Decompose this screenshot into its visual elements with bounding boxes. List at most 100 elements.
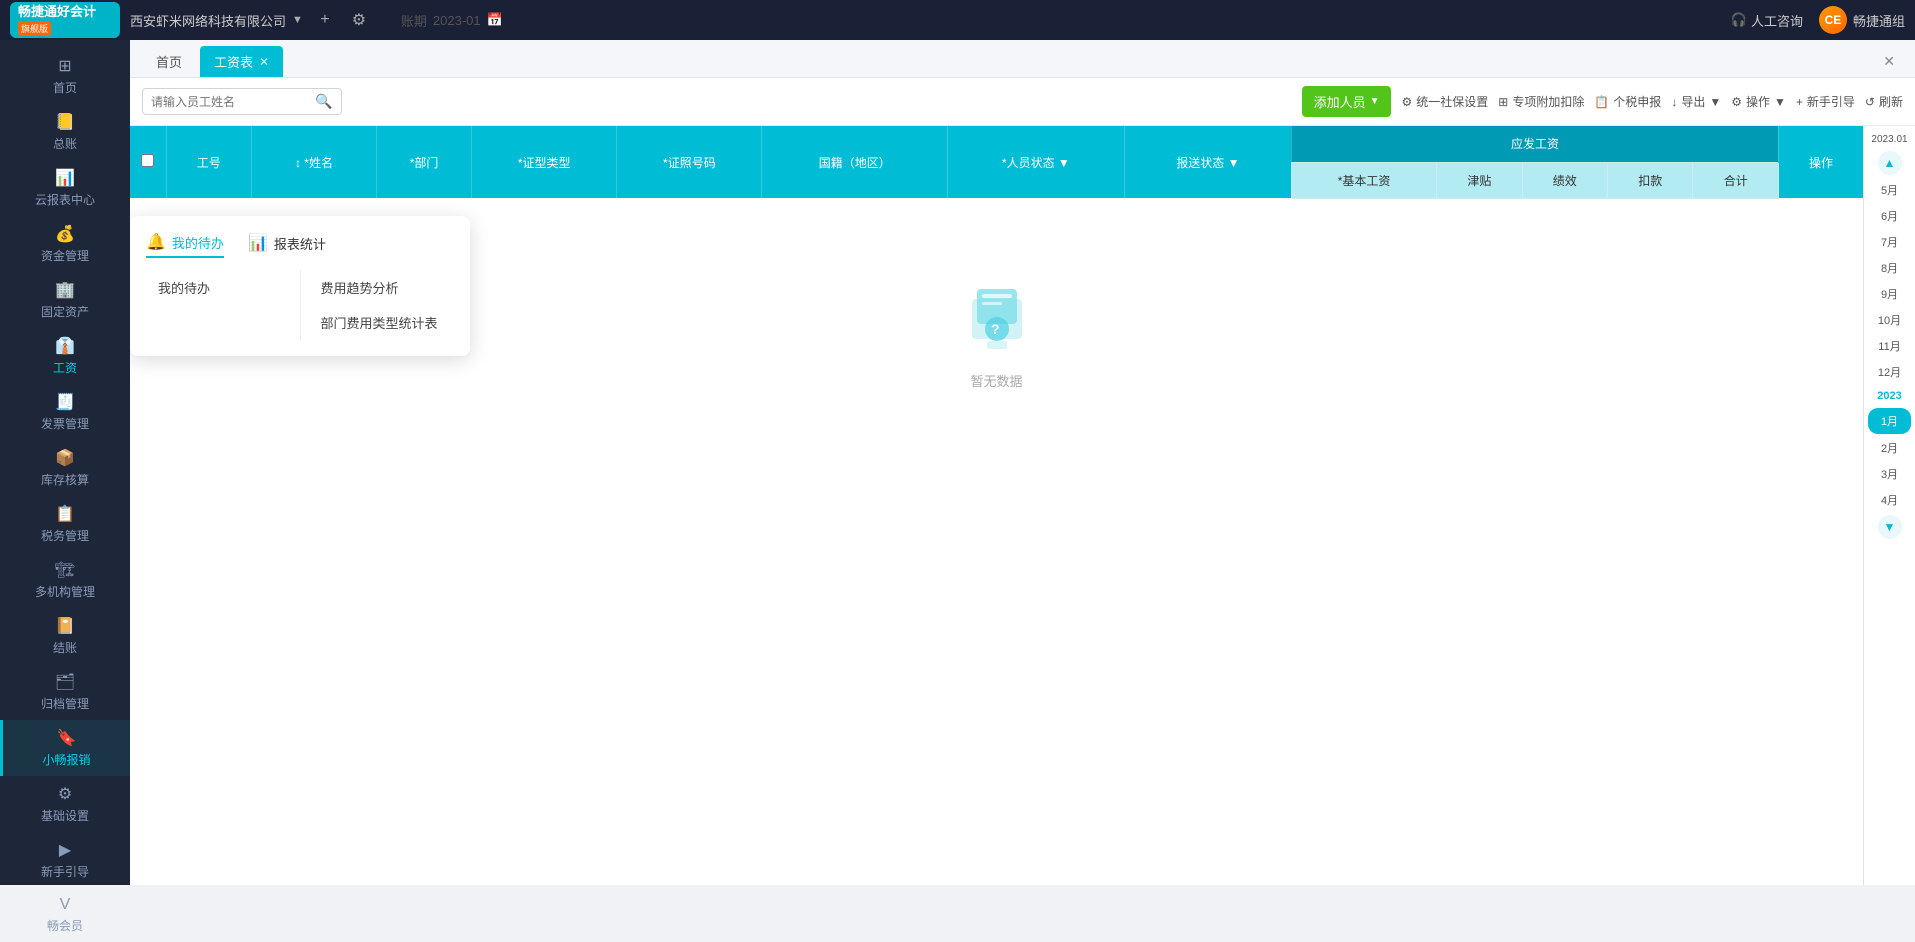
col-total: 合计 [1693, 162, 1778, 198]
new-guide-icon: + [1796, 95, 1803, 109]
tax-declaration-icon: 📋 [1594, 95, 1609, 109]
month-10[interactable]: 10月 [1864, 307, 1915, 333]
sidebar: ⊞ 首页 📒 总账 📊 云报表中心 💰 资金管理 🏢 固定资产 👔 工资 🧾 发… [0, 40, 130, 885]
panel-tab-reports[interactable]: 📊 报表统计 [248, 232, 326, 258]
sidebar-item-ledger[interactable]: 📒 总账 [0, 104, 130, 160]
sidebar-item-home[interactable]: ⊞ 首页 [0, 48, 130, 104]
reports-column: 费用趋势分析 部门费用类型统计表 [300, 270, 455, 340]
app-badge: 旗舰版 [18, 21, 51, 36]
reports-tab-icon: 📊 [248, 233, 268, 253]
vip-icon: V [60, 896, 71, 914]
assets-icon: 🏢 [55, 280, 75, 300]
sidebar-label-assets: 固定资产 [41, 303, 89, 320]
sidebar-item-invoice[interactable]: 🧾 发票管理 [0, 384, 130, 440]
svg-text:?: ? [991, 321, 1000, 337]
dept-expense-label: 部门费用类型统计表 [321, 316, 438, 331]
sidebar-item-reports[interactable]: 📊 云报表中心 [0, 160, 130, 216]
operations-button[interactable]: ⚙ 操作 ▼ [1731, 93, 1786, 110]
tab-home[interactable]: 首页 [142, 46, 196, 77]
expense-trend-item[interactable]: 费用趋势分析 [309, 270, 455, 305]
sidebar-item-funds[interactable]: 💰 资金管理 [0, 216, 130, 272]
toolbar: 🔍 添加人员 ▼ ⚙ 统一社保设置 ⊞ 专项附加扣除 📋 个税申报 [130, 78, 1915, 126]
social-insurance-icon: ⚙ [1401, 95, 1412, 109]
chevron-down-icon: ▼ [1884, 520, 1896, 534]
select-all-checkbox[interactable] [141, 154, 154, 167]
export-icon: ↓ [1671, 95, 1677, 109]
sidebar-item-payroll[interactable]: 👔 工资 [0, 328, 130, 384]
user-profile[interactable]: CE 畅捷通组 [1819, 6, 1905, 34]
month-nav-down[interactable]: ▼ [1878, 515, 1902, 539]
sidebar-item-vip[interactable]: V 畅会员 [0, 888, 130, 942]
ledger-icon: 📒 [55, 112, 75, 132]
col-allowance: 津贴 [1437, 162, 1522, 198]
todo-column: 我的待办 [146, 270, 292, 340]
tab-payroll-label: 工资表 [214, 52, 253, 71]
close-window-icon[interactable]: ✕ [1883, 53, 1895, 70]
calendar-icon[interactable]: 📅 [487, 12, 503, 28]
month-2[interactable]: 2月 [1864, 435, 1915, 461]
refresh-button[interactable]: ↺ 刷新 [1865, 93, 1903, 110]
close-tab-icon[interactable]: ✕ [259, 55, 269, 69]
sidebar-item-settings[interactable]: ⚙ 基础设置 [0, 776, 130, 832]
month-nav-up[interactable]: ▲ [1878, 151, 1902, 175]
sidebar-item-archive[interactable]: 🗂 归档管理 [0, 664, 130, 720]
add-company-button[interactable]: + [313, 8, 337, 32]
sidebar-item-inventory[interactable]: 📦 库存核算 [0, 440, 130, 496]
export-button[interactable]: ↓ 导出 ▼ [1671, 93, 1721, 110]
month-6[interactable]: 6月 [1864, 203, 1915, 229]
guide-icon: ▶ [59, 840, 71, 860]
support-button[interactable]: 🎧 人工咨询 [1731, 11, 1803, 30]
add-person-button[interactable]: 添加人员 ▼ [1302, 86, 1392, 117]
new-guide-button[interactable]: + 新手引导 [1796, 93, 1855, 110]
sidebar-label-close-accounts: 结账 [53, 639, 77, 656]
col-performance: 绩效 [1522, 162, 1607, 198]
sidebar-label-invoice: 发票管理 [41, 415, 89, 432]
sidebar-item-multi-org[interactable]: 🏗 多机构管理 [0, 552, 130, 608]
col-name: ↕ *姓名 [251, 126, 376, 198]
month-9[interactable]: 9月 [1864, 281, 1915, 307]
settings-icon[interactable]: ⚙ [347, 8, 371, 32]
app-layout: ⊞ 首页 📒 总账 📊 云报表中心 💰 资金管理 🏢 固定资产 👔 工资 🧾 发… [0, 40, 1915, 885]
tax-declaration-label: 个税申报 [1613, 93, 1661, 110]
month-5[interactable]: 5月 [1864, 177, 1915, 203]
dept-expense-item[interactable]: 部门费用类型统计表 [309, 305, 455, 340]
sidebar-label-guide: 新手引导 [41, 863, 89, 880]
sidebar-label-home: 首页 [53, 79, 77, 96]
period-value: 2023-01 [433, 13, 481, 28]
month-4[interactable]: 4月 [1864, 487, 1915, 513]
month-11[interactable]: 11月 [1864, 333, 1915, 359]
company-selector[interactable]: 西安虾米网络科技有限公司 ▼ [130, 11, 303, 30]
sidebar-item-close-accounts[interactable]: 📔 结账 [0, 608, 130, 664]
month-8[interactable]: 8月 [1864, 255, 1915, 281]
social-insurance-button[interactable]: ⚙ 统一社保设置 [1401, 93, 1488, 110]
right-panel: 2023.01 ▲ 5月 6月 7月 8月 9月 10月 11月 12月 202… [1863, 126, 1915, 885]
table-wrap: 工号 ↕ *姓名 *部门 *证型类型 *证照号码 国籍（地区） [130, 126, 1863, 885]
search-wrap: 🔍 [142, 88, 342, 115]
new-guide-label: 新手引导 [1807, 93, 1855, 110]
chevron-up-icon: ▲ [1884, 156, 1896, 170]
checkbox-header[interactable] [130, 126, 166, 198]
invoice-icon: 🧾 [55, 392, 75, 412]
sidebar-item-guide[interactable]: ▶ 新手引导 [0, 832, 130, 888]
expense-icon: 🔖 [57, 728, 77, 748]
search-input[interactable] [151, 95, 311, 109]
sidebar-item-expense[interactable]: 🔖 小畅报销 [0, 720, 130, 776]
tab-payroll[interactable]: 工资表 ✕ [200, 46, 283, 77]
todo-item[interactable]: 我的待办 [146, 270, 292, 305]
sidebar-label-multi-org: 多机构管理 [35, 583, 95, 600]
tab-bar: 首页 工资表 ✕ ✕ [130, 40, 1915, 78]
month-7[interactable]: 7月 [1864, 229, 1915, 255]
refresh-label: 刷新 [1879, 93, 1903, 110]
month-3[interactable]: 3月 [1864, 461, 1915, 487]
toolbar-right: 添加人员 ▼ ⚙ 统一社保设置 ⊞ 专项附加扣除 📋 个税申报 ↓ 导出 [1302, 86, 1903, 117]
month-12[interactable]: 12月 [1864, 359, 1915, 385]
sidebar-item-tax[interactable]: 📋 税务管理 [0, 496, 130, 552]
logo-area[interactable]: 畅捷通好会计 旗舰版 [10, 2, 120, 38]
month-1-active[interactable]: 1月 [1868, 408, 1911, 434]
sidebar-item-assets[interactable]: 🏢 固定资产 [0, 272, 130, 328]
special-deduction-button[interactable]: ⊞ 专项附加扣除 [1498, 93, 1584, 110]
tax-declaration-button[interactable]: 📋 个税申报 [1594, 93, 1661, 110]
multi-org-icon: 🏗 [55, 560, 75, 580]
panel-tab-todo[interactable]: 🔔 我的待办 [146, 232, 224, 258]
col-nationality: 国籍（地区） [762, 126, 947, 198]
